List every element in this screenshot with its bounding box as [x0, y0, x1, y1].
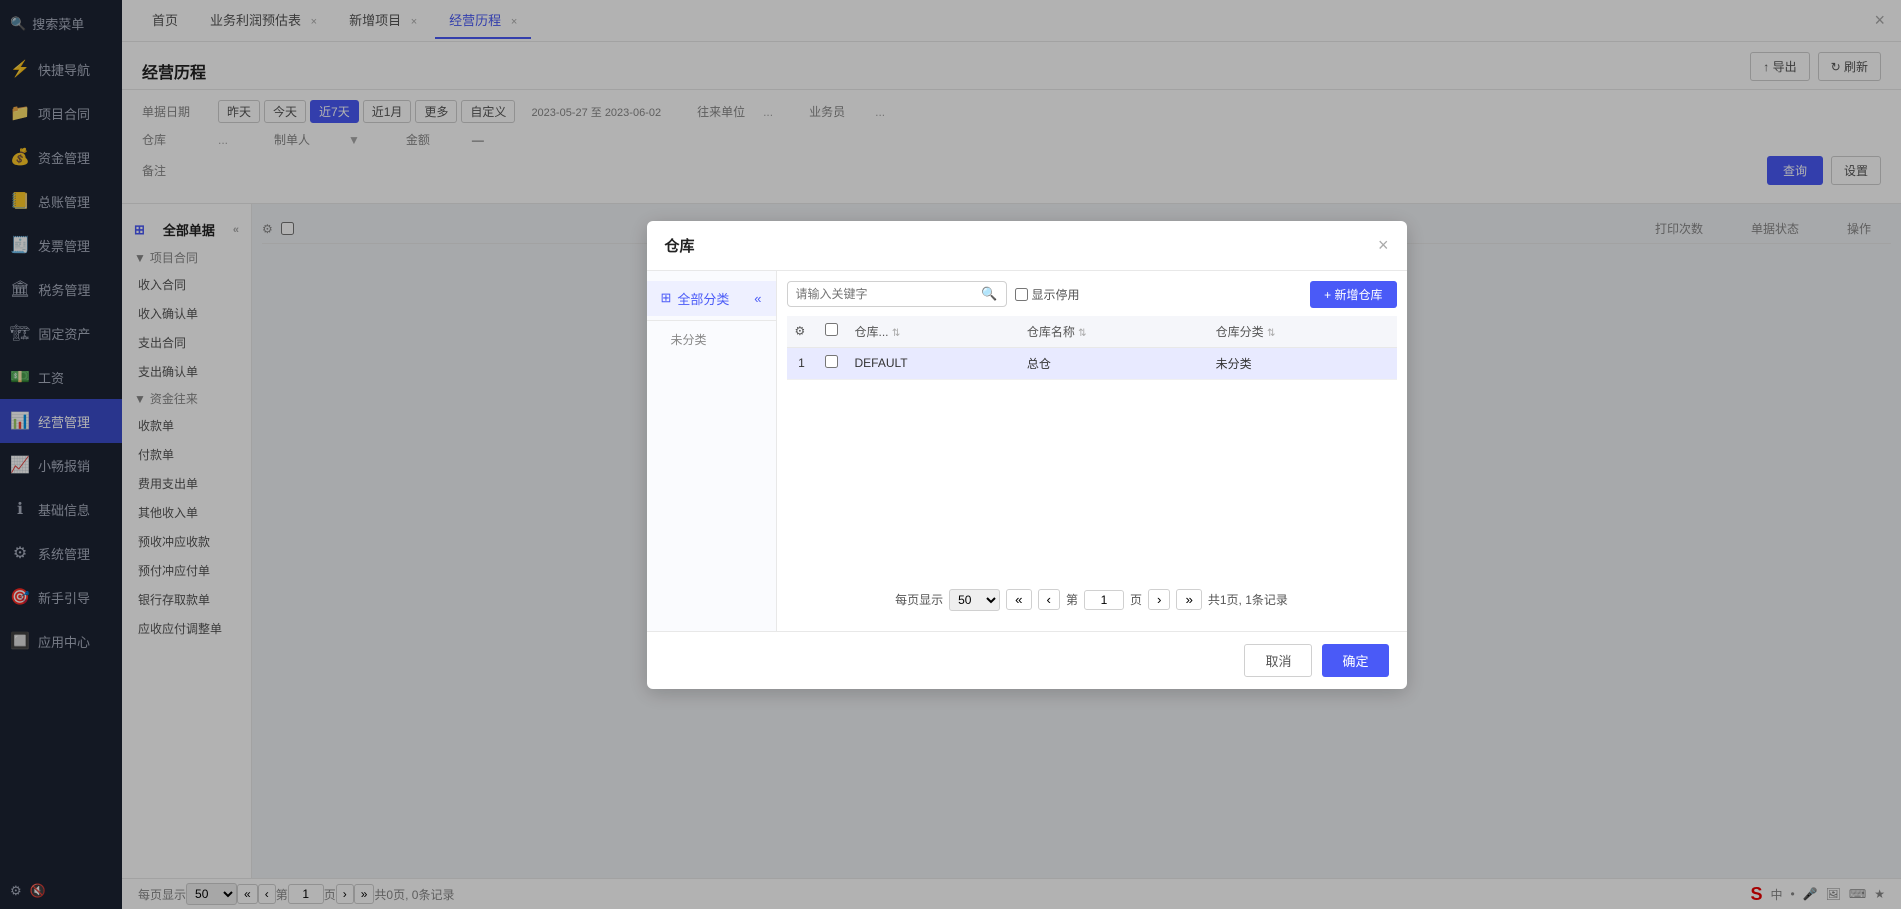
modal-right-panel: 🔍 显示停用 + 新增仓库 ⚙	[777, 271, 1407, 631]
modal-pagination: 每页显示 50100 « ‹ 第 页 › » 共1页, 1条记录	[787, 579, 1397, 621]
modal-all-category[interactable]: ⊞ 全部分类 «	[647, 281, 776, 316]
col-checkbox[interactable]	[817, 316, 847, 348]
cancel-button[interactable]: 取消	[1244, 644, 1312, 677]
row-num: 1	[787, 347, 817, 379]
show-disabled-label[interactable]: 显示停用	[1015, 286, 1080, 303]
modal-footer: 取消 确定	[647, 631, 1407, 689]
grid-icon: ⊞	[661, 290, 672, 306]
sort-icon-name[interactable]: ⇅	[1078, 328, 1086, 339]
show-disabled-checkbox[interactable]	[1015, 288, 1028, 301]
modal-toolbar: 🔍 显示停用 + 新增仓库	[787, 281, 1397, 308]
warehouse-modal: 仓库 × ⊞ 全部分类 « 未分类 🔍 显	[647, 221, 1407, 689]
col-category: 仓库分类 ⇅	[1208, 316, 1397, 348]
modal-page-input[interactable]	[1084, 590, 1124, 610]
gear-icon[interactable]: ⚙	[795, 324, 806, 338]
modal-first-page[interactable]: «	[1006, 589, 1031, 610]
modal-body: ⊞ 全部分类 « 未分类 🔍 显示停用 + 新增仓库	[647, 271, 1407, 631]
add-warehouse-button[interactable]: + 新增仓库	[1310, 281, 1396, 308]
modal-divider	[647, 320, 776, 321]
row-category: 未分类	[1208, 347, 1397, 379]
modal-title: 仓库	[665, 235, 695, 256]
modal-page-label: 页	[1130, 591, 1142, 608]
col-gear[interactable]: ⚙	[787, 316, 817, 348]
modal-table-header: ⚙ 仓库... ⇅ 仓库名称 ⇅	[787, 316, 1397, 348]
sort-icon-category[interactable]: ⇅	[1267, 328, 1275, 339]
modal-page-size-select[interactable]: 50100	[949, 589, 1000, 611]
row-name: 总仓	[1019, 347, 1208, 379]
modal-search-input[interactable]	[796, 287, 978, 301]
row-code: DEFAULT	[847, 347, 1019, 379]
modal-search-box[interactable]: 🔍	[787, 281, 1007, 307]
modal-next-page[interactable]: ›	[1148, 589, 1170, 610]
modal-page-word: 第	[1066, 591, 1078, 608]
all-category-label: 全部分类	[677, 289, 729, 308]
col-code: 仓库... ⇅	[847, 316, 1019, 348]
table-row[interactable]: 1 DEFAULT 总仓 未分类	[787, 347, 1397, 379]
modal-collapse-icon[interactable]: «	[754, 291, 761, 306]
col-name: 仓库名称 ⇅	[1019, 316, 1208, 348]
modal-table: ⚙ 仓库... ⇅ 仓库名称 ⇅	[787, 316, 1397, 380]
table-select-all[interactable]	[825, 323, 838, 336]
modal-header: 仓库 ×	[647, 221, 1407, 271]
modal-left-panel: ⊞ 全部分类 « 未分类	[647, 271, 777, 631]
modal-table-container: ⚙ 仓库... ⇅ 仓库名称 ⇅	[787, 316, 1397, 579]
modal-close-icon[interactable]: ×	[1378, 235, 1389, 256]
confirm-button[interactable]: 确定	[1322, 644, 1388, 677]
modal-uncategorized[interactable]: 未分类	[647, 325, 776, 354]
modal-total-text: 共1页, 1条记录	[1208, 591, 1288, 608]
page-size-label: 每页显示	[895, 591, 943, 608]
row-checkbox[interactable]	[817, 347, 847, 379]
modal-prev-page[interactable]: ‹	[1038, 589, 1060, 610]
search-icon: 🔍	[981, 286, 997, 302]
sort-icon-code[interactable]: ⇅	[892, 328, 900, 339]
modal-last-page[interactable]: »	[1176, 589, 1201, 610]
